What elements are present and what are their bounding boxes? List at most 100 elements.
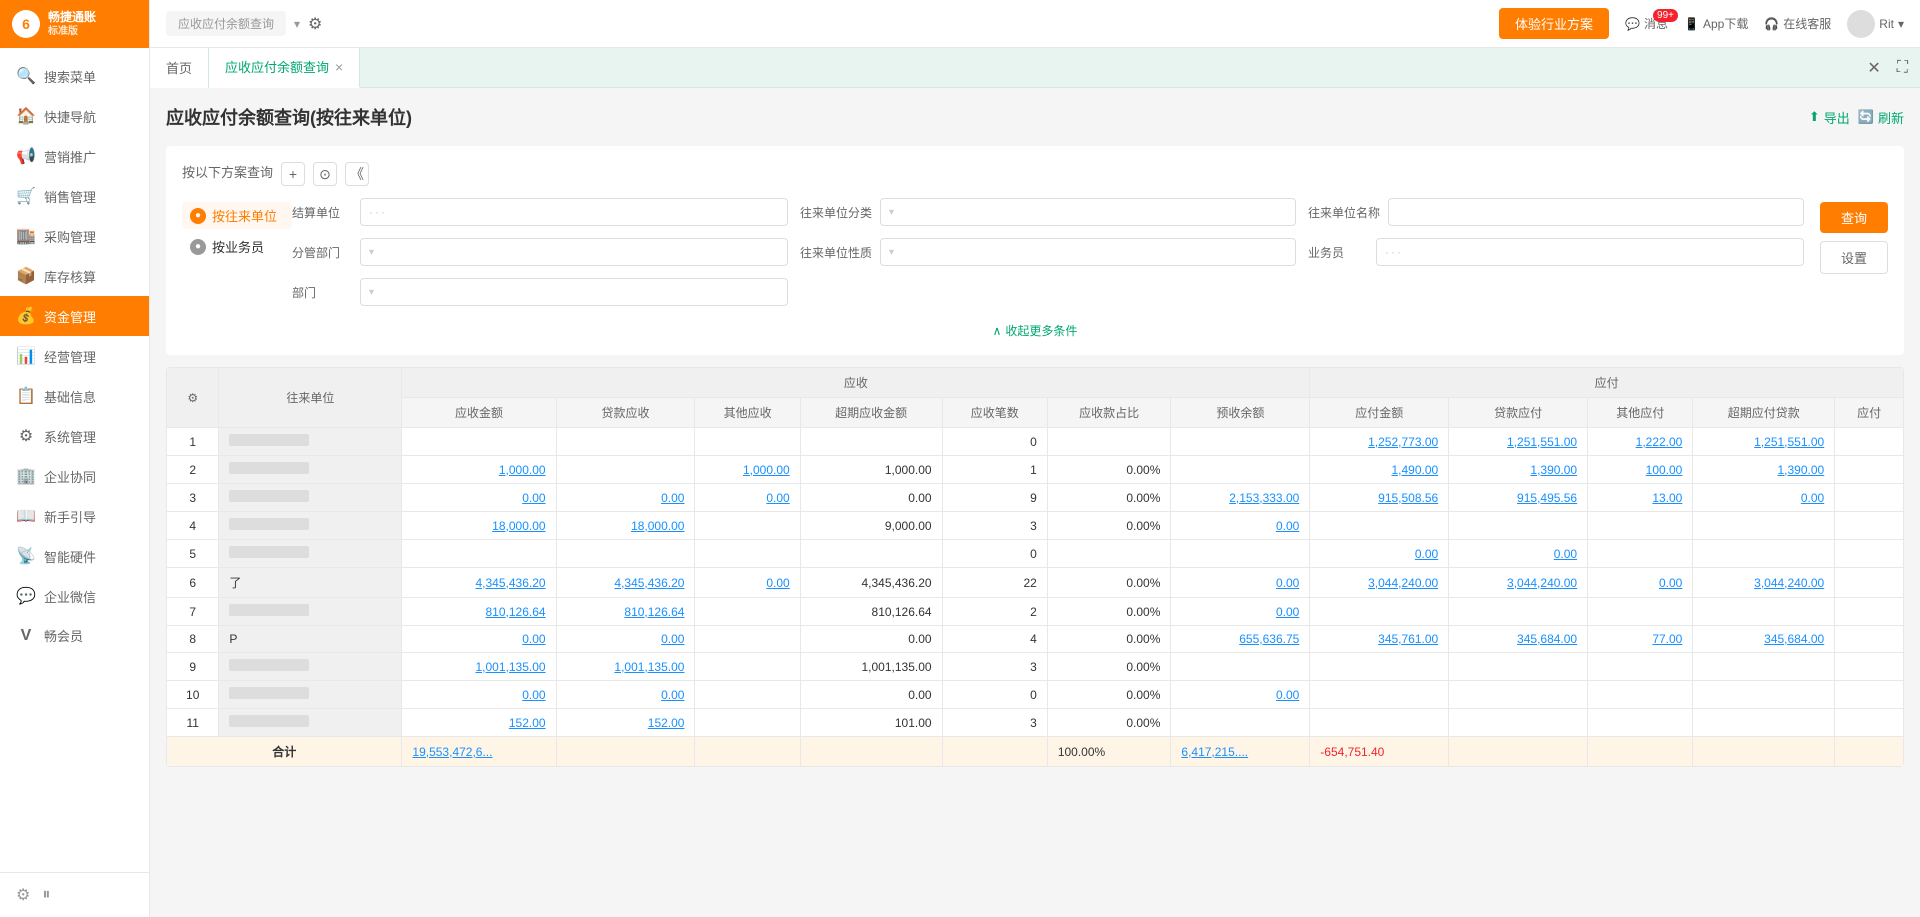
inventory-icon: 📦 xyxy=(16,266,36,286)
field-unit-category: 往来单位分类 ▾ xyxy=(800,198,1296,226)
user-dropdown-icon: ▾ xyxy=(1898,17,1904,31)
topbar-settings-icon[interactable]: ⚙ xyxy=(308,14,322,34)
footer-pay-amt: -654,751.40 xyxy=(1310,737,1449,767)
smart-hw-icon: 📡 xyxy=(16,546,36,566)
quick-nav-icon: 🏠 xyxy=(16,106,36,126)
sidebar-item-purchase[interactable]: 🏬 采购管理 xyxy=(0,216,149,256)
download-icon: 📱 xyxy=(1684,17,1699,31)
refresh-button[interactable]: 🔄 刷新 xyxy=(1858,108,1904,127)
tab-bar-actions: ✕ ⛶ xyxy=(1863,54,1920,82)
add-icon: + xyxy=(289,166,297,182)
tab-receivable-query[interactable]: 应收应付余额查询 × xyxy=(209,48,360,88)
collapse-up-icon: ∧ xyxy=(993,324,1002,338)
edit-scheme-button[interactable]: ⊙ xyxy=(313,162,337,186)
collapse-bar: ∧ 收起更多条件 xyxy=(182,322,1888,339)
sidebar-item-smart-hw[interactable]: 📡 智能硬件 xyxy=(0,536,149,576)
expand-window-icon[interactable]: ⛶ xyxy=(1893,55,1912,81)
scheme-by-unit[interactable]: ● 按往来单位 xyxy=(182,202,292,229)
basic-info-icon: 📋 xyxy=(16,386,36,406)
page-content: 应收应付余额查询(按往来单位) ⬆ 导出 🔄 刷新 按以下方案查询 + xyxy=(150,88,1920,917)
sidebar-item-marketing[interactable]: 📢 营销推广 xyxy=(0,136,149,176)
th-pay-other: 其他应付 xyxy=(1588,398,1693,428)
footer-label: 合计 xyxy=(167,737,402,767)
th-pay-loan: 贷款应付 xyxy=(1449,398,1588,428)
sidebar-item-basic-info[interactable]: 📋 基础信息 xyxy=(0,376,149,416)
logo-icon: 6 xyxy=(12,10,40,38)
online-service-item[interactable]: 🎧 在线客服 xyxy=(1764,15,1831,32)
footer-pre-rec[interactable]: 6,417,215.... xyxy=(1171,737,1310,767)
breadcrumb: 应收应付余额查询 xyxy=(166,11,286,36)
query-fields-area: 结算单位 ··· 往来单位分类 ▾ 往来单位名称 xyxy=(292,198,1804,310)
th-pay-last: 应付 xyxy=(1835,398,1904,428)
sidebar-item-member[interactable]: V 畅会员 xyxy=(0,616,149,655)
member-icon: V xyxy=(16,627,36,645)
sidebar-item-guide[interactable]: 📖 新手引导 xyxy=(0,496,149,536)
scheme-by-staff[interactable]: ● 按业务员 xyxy=(182,233,292,260)
message-icon-item[interactable]: 💬 消息 99+ xyxy=(1625,15,1668,32)
logo-text: 畅捷通账 标准版 xyxy=(48,10,96,39)
th-rec-overdue: 超期应收金额 xyxy=(800,398,942,428)
field-settlement-unit: 结算单位 ··· xyxy=(292,198,788,226)
footer-rec-amt[interactable]: 19,553,472,6... xyxy=(402,737,556,767)
close-window-icon[interactable]: ✕ xyxy=(1863,54,1884,82)
collapse-sidebar-icon[interactable]: ⏸ xyxy=(42,886,50,904)
unit-name-cell xyxy=(219,484,402,512)
dept-input[interactable]: ▾ xyxy=(360,238,788,266)
sidebar-item-system[interactable]: ⚙ 系统管理 xyxy=(0,416,149,456)
user-item[interactable]: Rit ▾ xyxy=(1847,10,1904,38)
unit-category-input[interactable]: ▾ xyxy=(880,198,1296,226)
enterprise-icon: 🏢 xyxy=(16,466,36,486)
sidebar-item-enterprise[interactable]: 🏢 企业协同 xyxy=(0,456,149,496)
search-menu-icon: 🔍 xyxy=(16,66,36,86)
back-scheme-button[interactable]: 《 xyxy=(345,162,369,186)
table-row: 30.000.000.000.0090.00%2,153,333.00915,5… xyxy=(167,484,1904,512)
export-icon: ⬆ xyxy=(1809,109,1820,125)
sub-dept-input[interactable]: ▾ xyxy=(360,278,788,306)
sidebar-item-sales[interactable]: 🛒 销售管理 xyxy=(0,176,149,216)
sidebar-item-finance[interactable]: 💰 资金管理 xyxy=(0,296,149,336)
tab-close-icon[interactable]: × xyxy=(335,59,343,75)
salesperson-input[interactable]: ··· xyxy=(1376,238,1804,266)
tab-home[interactable]: 首页 xyxy=(150,48,209,88)
avatar xyxy=(1847,10,1875,38)
th-rec-ratio: 应收款占比 xyxy=(1047,398,1171,428)
solution-button[interactable]: 体验行业方案 xyxy=(1499,8,1609,39)
add-scheme-button[interactable]: + xyxy=(281,162,305,186)
sidebar-item-inventory[interactable]: 📦 库存核算 xyxy=(0,256,149,296)
table-row: 11152.00152.00101.0030.00% xyxy=(167,709,1904,737)
unit-name-cell: P xyxy=(219,626,402,653)
th-settings[interactable]: ⚙ xyxy=(167,368,219,428)
unit-name-cell xyxy=(219,709,402,737)
page-title: 应收应付余额查询(按往来单位) xyxy=(166,104,412,130)
data-table-container: ⚙ 往来单位 应收 应付 应收金额 贷款应收 其他应收 超期应收金额 应收笔数 … xyxy=(166,367,1904,767)
marketing-icon: 📢 xyxy=(16,146,36,166)
sidebar-item-search[interactable]: 🔍 搜索菜单 xyxy=(0,56,149,96)
unit-name-cell xyxy=(219,512,402,540)
query-actions: 查询 设置 xyxy=(1820,198,1888,310)
unit-nature-input[interactable]: ▾ xyxy=(880,238,1296,266)
unit-name-cell xyxy=(219,428,402,456)
sidebar-item-quick-nav[interactable]: 🏠 快捷导航 xyxy=(0,96,149,136)
field-unit-nature: 往来单位性质 ▾ xyxy=(800,238,1296,266)
collapse-button[interactable]: ∧ 收起更多条件 xyxy=(993,322,1078,339)
sidebar-item-operations[interactable]: 📊 经营管理 xyxy=(0,336,149,376)
export-button[interactable]: ⬆ 导出 xyxy=(1809,108,1850,127)
th-rec-loan: 贷款应收 xyxy=(556,398,695,428)
setting-button[interactable]: 设置 xyxy=(1820,241,1888,274)
purchase-icon: 🏬 xyxy=(16,226,36,246)
sidebar-item-wechat[interactable]: 💬 企业微信 xyxy=(0,576,149,616)
settlement-unit-input[interactable]: ··· xyxy=(360,198,788,226)
sidebar-menu: 🔍 搜索菜单 🏠 快捷导航 📢 营销推广 🛒 销售管理 🏬 采购管理 📦 库存核… xyxy=(0,48,149,872)
th-pay-overdue: 超期应付贷款 xyxy=(1693,398,1835,428)
query-button[interactable]: 查询 xyxy=(1820,202,1888,233)
table-row: 101,252,773.001,251,551.001,222.001,251,… xyxy=(167,428,1904,456)
scheme-dot-orange: ● xyxy=(190,208,206,224)
app-download-item[interactable]: 📱 App下载 xyxy=(1684,15,1748,32)
topbar-left: 应收应付余额查询 ▾ ⚙ xyxy=(166,11,1487,36)
dropdown-arrow-icon[interactable]: ▾ xyxy=(294,17,300,31)
settings-footer-icon[interactable]: ⚙ xyxy=(16,885,30,905)
table-row: 418,000.0018,000.009,000.0030.00%0.00 xyxy=(167,512,1904,540)
table-row: 6了4,345,436.204,345,436.200.004,345,436.… xyxy=(167,568,1904,598)
unit-name-input[interactable] xyxy=(1388,198,1804,226)
th-rec-amt: 应收金额 xyxy=(402,398,556,428)
